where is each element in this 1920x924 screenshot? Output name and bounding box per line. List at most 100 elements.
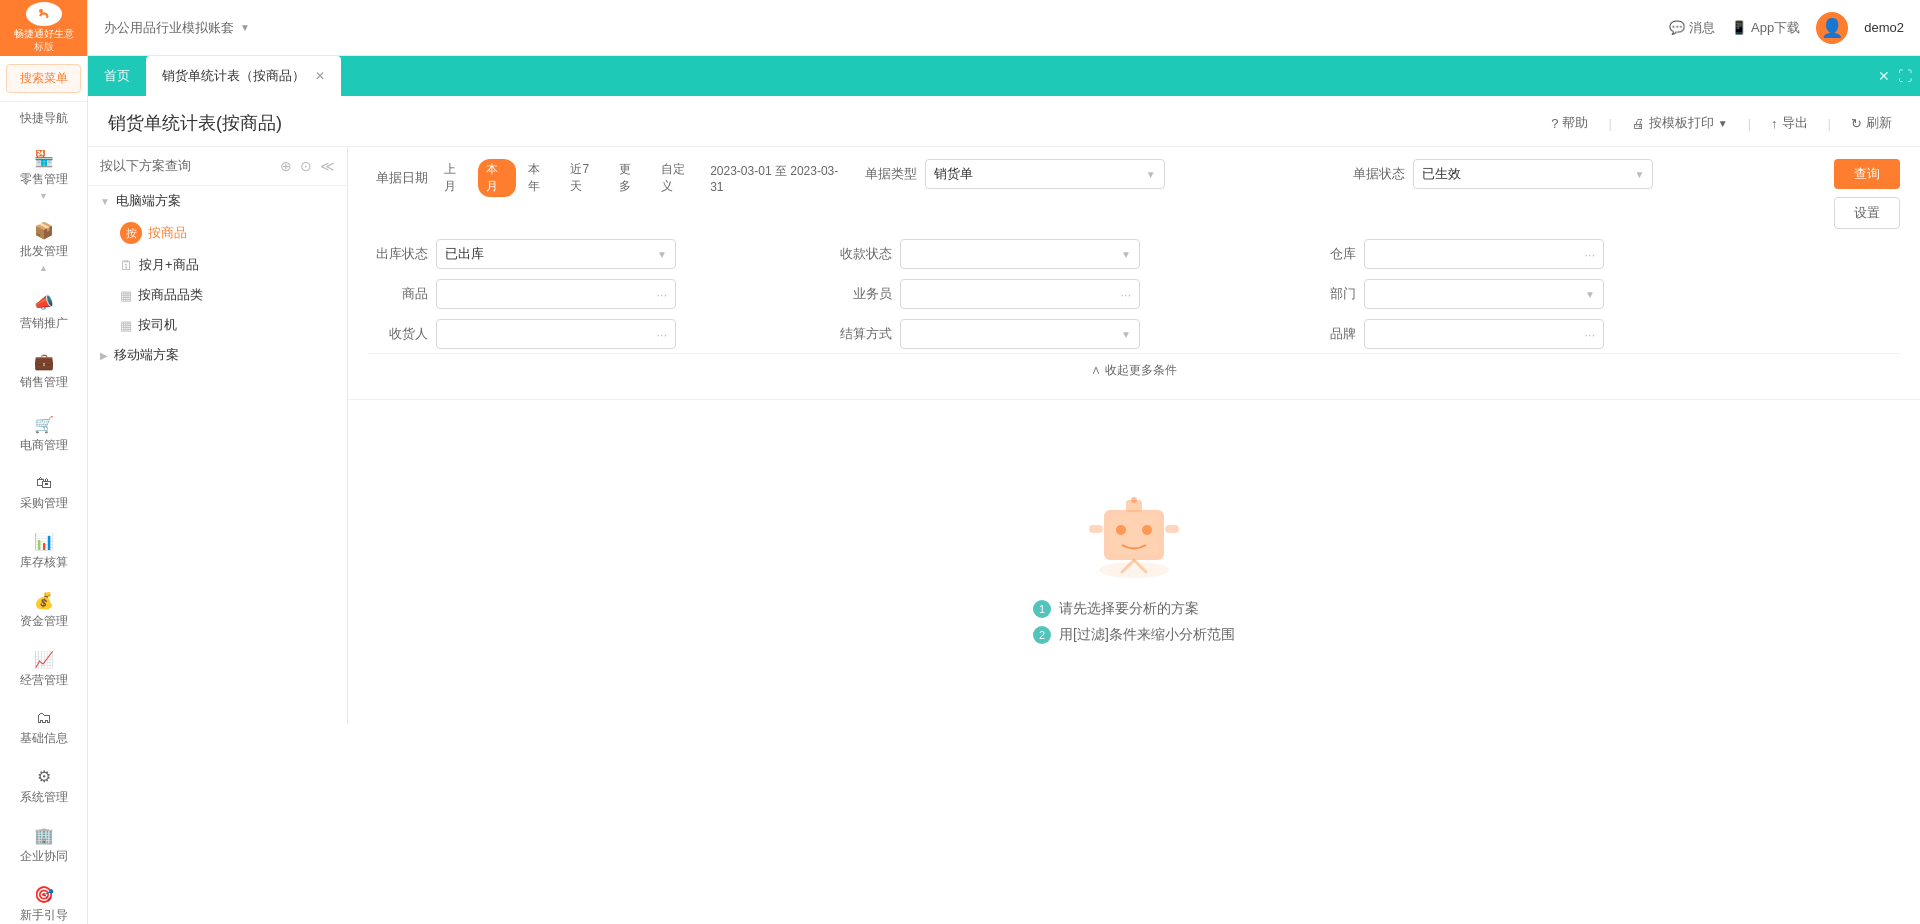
payment-method-select[interactable]: ▼	[900, 319, 1140, 349]
main-layout: 按以下方案查询 ⊕ ⊙ ≪ ▼ 电脑端方案 按 按商品	[88, 147, 1920, 724]
doc-status-select[interactable]: 已生效 ▼	[1413, 159, 1653, 189]
tab-sales-report[interactable]: 销货单统计表（按商品） ✕	[146, 56, 341, 96]
doc-type-select[interactable]: 销货单 ▼	[925, 159, 1165, 189]
sidebar-item-guide[interactable]: 🎯 新手引导	[0, 875, 87, 924]
doc-status-value: 已生效	[1422, 165, 1461, 183]
message-icon: 💬	[1669, 20, 1685, 35]
divider-print: |	[1748, 116, 1751, 131]
salesman-dots-icon[interactable]: ···	[1120, 287, 1131, 302]
doc-type-label: 单据类型	[857, 165, 917, 183]
add-scheme-icon[interactable]: ⊕	[280, 158, 292, 174]
product-label: 商品	[368, 285, 428, 303]
sidebar-search-section: 搜索菜单	[0, 56, 87, 102]
page-header-actions: ? 帮助 | 🖨 按模板打印 ▼ | ↑ 导出 |	[1543, 110, 1900, 136]
tree-item-by-product[interactable]: 按 按商品	[88, 216, 347, 250]
svg-point-2	[1099, 562, 1169, 578]
query-button[interactable]: 查询	[1834, 159, 1900, 189]
warehouse-input[interactable]: ···	[1364, 239, 1604, 269]
sidebar-item-system[interactable]: ⚙ 系统管理	[0, 757, 87, 816]
warehouse-dots-icon[interactable]: ···	[1584, 247, 1595, 262]
search-menu-button[interactable]: 搜索菜单	[6, 64, 81, 93]
topbar-dropdown-icon[interactable]: ▼	[240, 22, 250, 33]
topbar: 办公用品行业模拟账套 ▼ 💬 消息 📱 App下载 👤 demo2	[88, 0, 1920, 56]
tab-close-button[interactable]: ✕	[315, 69, 325, 83]
settings-scheme-icon[interactable]: ⊙	[300, 158, 312, 174]
tree-mobile-group[interactable]: ▶ 移动端方案	[88, 340, 347, 370]
sidebar-quick-nav[interactable]: 快捷导航	[0, 102, 87, 135]
sidebar-item-inventory[interactable]: 📊 库存核算	[0, 522, 87, 581]
brand-dots-icon[interactable]: ···	[1584, 327, 1595, 342]
retail-arrow: ▼	[39, 191, 48, 201]
message-button[interactable]: 💬 消息	[1669, 19, 1715, 37]
purchase-label: 采购管理	[20, 495, 68, 512]
date-shortcut-custom[interactable]: 自定义	[653, 159, 702, 197]
date-filter-label: 单据日期	[368, 169, 428, 187]
warehouse-status-select[interactable]: 已出库 ▼	[436, 239, 676, 269]
warehouse-status-chevron: ▼	[657, 249, 667, 260]
department-label: 部门	[1296, 285, 1356, 303]
enterprise-label: 企业协同	[20, 848, 68, 865]
sidebar-item-ecommerce[interactable]: 🛒 电商管理	[0, 405, 87, 464]
sidebar-item-purchase[interactable]: 🛍 采购管理	[0, 464, 87, 522]
sidebar-item-operations[interactable]: 📈 经营管理	[0, 640, 87, 699]
date-shortcut-more[interactable]: 更多	[611, 159, 649, 197]
app-download-label: App下载	[1751, 19, 1800, 37]
tree-pc-group[interactable]: ▼ 电脑端方案	[88, 186, 347, 216]
app-download-button[interactable]: 📱 App下载	[1731, 19, 1800, 37]
by-product-icon: 按	[120, 222, 142, 244]
tree-item-by-month-product[interactable]: 🗓 按月+商品	[88, 250, 347, 280]
sidebar-item-sales[interactable]: 💼 销售管理	[0, 342, 87, 401]
payment-status-select[interactable]: ▼	[900, 239, 1140, 269]
product-input[interactable]: ···	[436, 279, 676, 309]
print-button[interactable]: 🖨 按模板打印 ▼	[1624, 110, 1736, 136]
sidebar-item-wholesale[interactable]: 📦 批发管理 ▲	[0, 211, 87, 283]
tab-home[interactable]: 首页	[88, 56, 146, 96]
receiver-dots-icon[interactable]: ···	[656, 327, 667, 342]
help-button[interactable]: ? 帮助	[1543, 110, 1596, 136]
settings-button[interactable]: 设置	[1834, 197, 1900, 229]
collapse-more-conditions[interactable]: ∧ 收起更多条件	[368, 353, 1900, 387]
user-avatar-img: 👤	[1821, 17, 1843, 39]
salesman-label: 业务员	[832, 285, 892, 303]
payment-status-label: 收款状态	[832, 245, 892, 263]
tab-close-all-icon[interactable]: ✕	[1878, 68, 1890, 84]
tree-item-by-category[interactable]: ▦ 按商品品类	[88, 280, 347, 310]
date-shortcut-this-month[interactable]: 本月	[478, 159, 516, 197]
left-panel-title: 按以下方案查询	[100, 157, 191, 175]
doc-type-chevron: ▼	[1146, 169, 1156, 180]
help-label: 帮助	[1562, 114, 1588, 132]
department-select[interactable]: ▼	[1364, 279, 1604, 309]
date-shortcut-7days[interactable]: 近7天	[562, 159, 606, 197]
sidebar-item-retail[interactable]: 🏪 零售管理 ▼	[0, 139, 87, 211]
doc-type-value: 销货单	[934, 165, 973, 183]
export-button[interactable]: ↑ 导出	[1763, 110, 1816, 136]
divider-export: |	[1828, 116, 1831, 131]
date-shortcut-last-month[interactable]: 上月	[436, 159, 474, 197]
topbar-actions: 💬 消息 📱 App下载 👤 demo2	[1669, 12, 1904, 44]
svg-point-1	[39, 9, 43, 13]
refresh-button[interactable]: ↻ 刷新	[1843, 110, 1900, 136]
inventory-label: 库存核算	[20, 554, 68, 571]
by-category-label: 按商品品类	[138, 286, 203, 304]
sidebar-item-marketing[interactable]: 📣 营销推广	[0, 283, 87, 342]
date-shortcut-this-year[interactable]: 本年	[520, 159, 558, 197]
user-avatar[interactable]: 👤	[1816, 12, 1848, 44]
brand-input[interactable]: ···	[1364, 319, 1604, 349]
tab-expand-icon[interactable]: ⛶	[1898, 68, 1912, 84]
sidebar-item-enterprise[interactable]: 🏢 企业协同	[0, 816, 87, 875]
department-chevron: ▼	[1585, 289, 1595, 300]
collapse-panel-icon[interactable]: ≪	[320, 158, 335, 174]
product-dots-icon[interactable]: ···	[656, 287, 667, 302]
payment-method-chevron: ▼	[1121, 329, 1131, 340]
divider-help: |	[1608, 116, 1611, 131]
tree-item-by-driver[interactable]: ▦ 按司机	[88, 310, 347, 340]
sales-label: 销售管理	[20, 374, 68, 391]
retail-icon: 🏪	[34, 149, 54, 168]
tip-num-1: 1	[1033, 600, 1051, 618]
receiver-input[interactable]: ···	[436, 319, 676, 349]
by-driver-icon: ▦	[120, 318, 132, 333]
sidebar-item-basic[interactable]: 🗂 基础信息	[0, 699, 87, 757]
date-range-text: 2023-03-01 至 2023-03-31	[710, 163, 841, 194]
salesman-input[interactable]: ···	[900, 279, 1140, 309]
sidebar-item-finance[interactable]: 💰 资金管理	[0, 581, 87, 640]
